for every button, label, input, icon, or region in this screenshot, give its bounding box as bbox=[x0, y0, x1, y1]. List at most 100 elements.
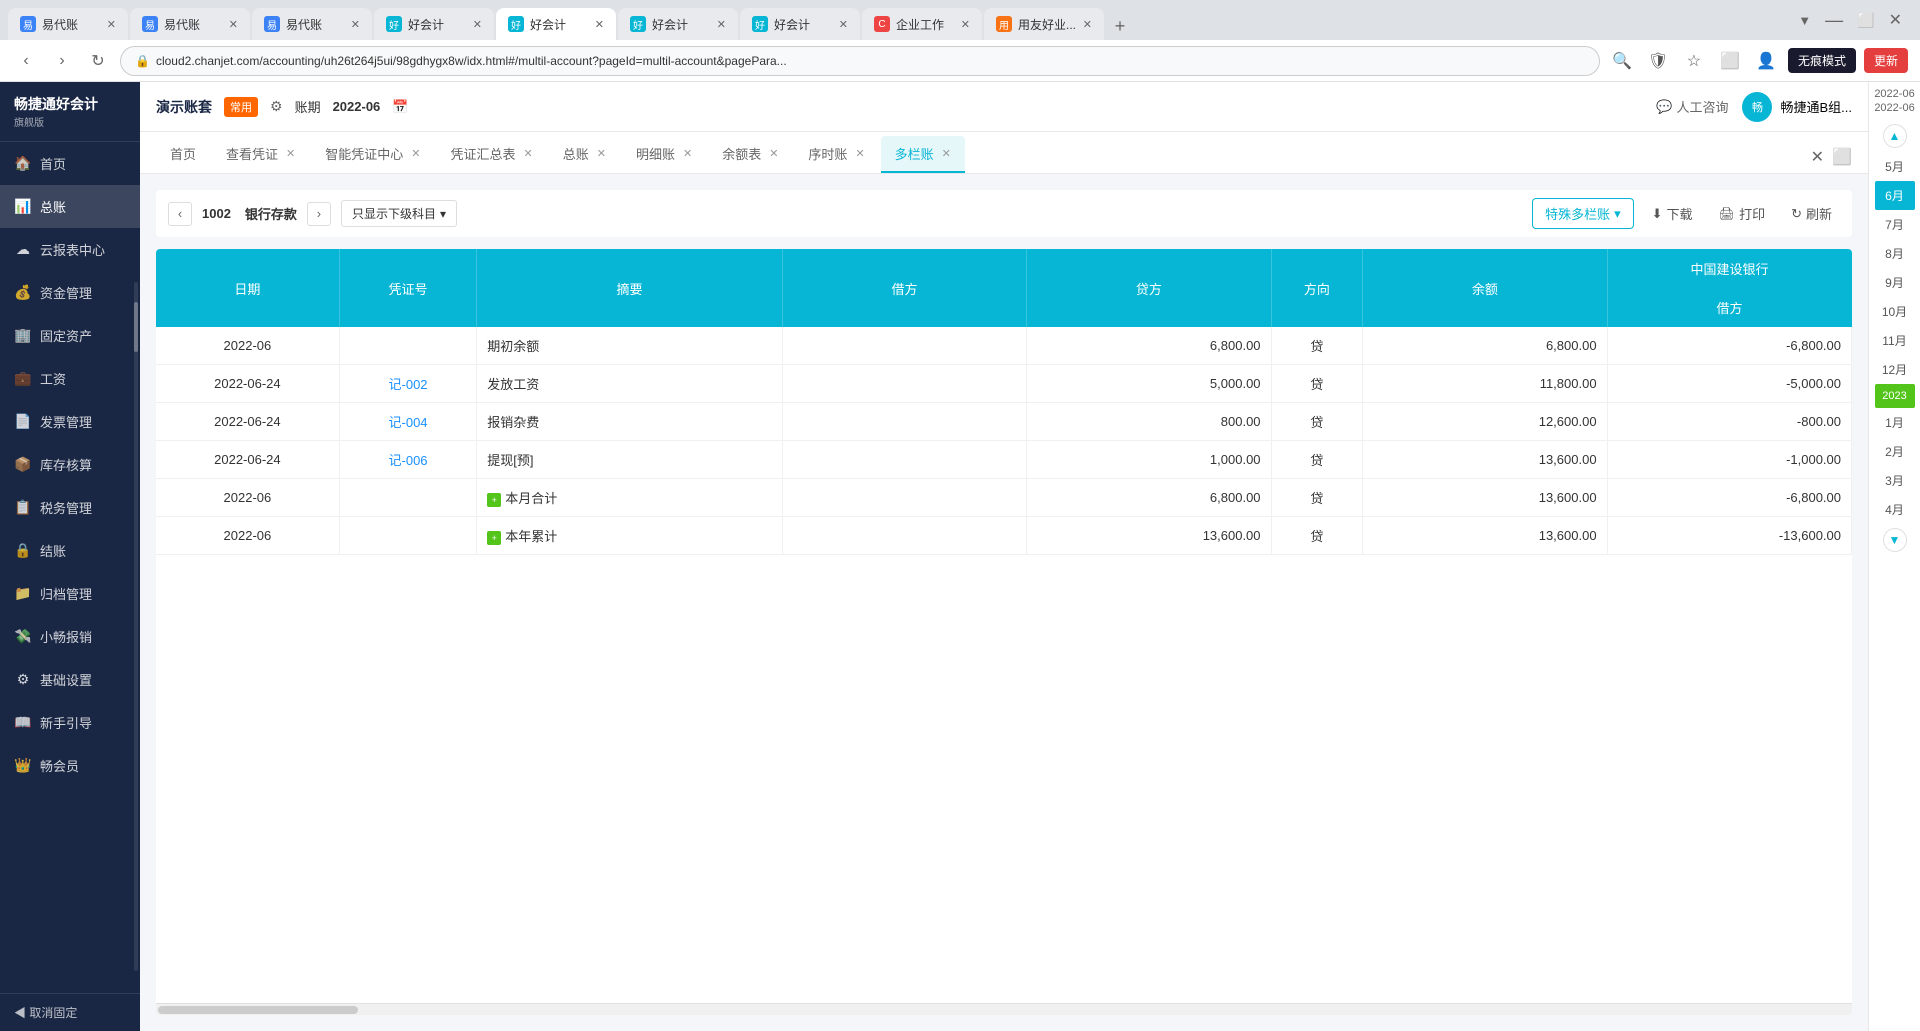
user-circle-icon[interactable]: 👤 bbox=[1752, 47, 1780, 75]
tab-view-voucher[interactable]: 查看凭证 ✕ bbox=[212, 136, 309, 173]
browser-tab-1[interactable]: 易 易代账 ✕ bbox=[130, 8, 250, 40]
month-12[interactable]: 12月 bbox=[1875, 355, 1915, 384]
tab-general-ledger[interactable]: 总账 ✕ bbox=[549, 136, 620, 173]
tab-close-1[interactable]: ✕ bbox=[229, 18, 238, 31]
month-7[interactable]: 7月 bbox=[1875, 210, 1915, 239]
sidebar-collapse-button[interactable]: ◀ 取消固定 bbox=[0, 993, 140, 1031]
sidebar-item-tax[interactable]: 📋 税务管理 bbox=[0, 486, 140, 529]
sidebar-item-assets[interactable]: 🏢 固定资产 bbox=[0, 314, 140, 357]
tab-detail-ledger[interactable]: 明细账 ✕ bbox=[622, 136, 706, 173]
tab-sequence-ledger-close[interactable]: ✕ bbox=[855, 147, 864, 160]
stealth-mode-button[interactable]: 无痕模式 bbox=[1788, 48, 1856, 73]
star-icon[interactable]: ☆ bbox=[1680, 47, 1708, 75]
month-10[interactable]: 10月 bbox=[1875, 297, 1915, 326]
tab-panel-close-icon[interactable]: ✕ bbox=[1811, 147, 1824, 167]
sidebar-item-guide[interactable]: 📖 新手引导 bbox=[0, 701, 140, 744]
tab-voucher-summary[interactable]: 凭证汇总表 ✕ bbox=[436, 136, 546, 173]
month-3[interactable]: 3月 bbox=[1875, 466, 1915, 495]
tab-close-0[interactable]: ✕ bbox=[107, 18, 116, 31]
browser-tab-6[interactable]: 好 好会计 ✕ bbox=[740, 8, 860, 40]
voucher-link[interactable]: 记-004 bbox=[389, 415, 428, 430]
sidebar-item-payroll[interactable]: 💼 工资 bbox=[0, 357, 140, 400]
sidebar-item-home[interactable]: 🏠 首页 bbox=[0, 142, 140, 185]
sidebar-item-archive[interactable]: 📁 归档管理 bbox=[0, 572, 140, 615]
prev-account-button[interactable]: ‹ bbox=[168, 202, 192, 226]
tab-close-8[interactable]: ✕ bbox=[1083, 18, 1092, 31]
sidebar-item-cloud-report[interactable]: ☁ 云报表中心 bbox=[0, 228, 140, 271]
tab-multi-col[interactable]: 多栏账 ✕ bbox=[881, 136, 965, 173]
sidebar-item-ledger[interactable]: 📊 总账 bbox=[0, 185, 140, 228]
horizontal-scrollbar[interactable] bbox=[156, 1003, 1852, 1015]
settings-gear-icon[interactable]: ⚙ bbox=[270, 98, 283, 115]
scroll-up-button[interactable]: ▲ bbox=[1883, 124, 1907, 148]
tab-close-5[interactable]: ✕ bbox=[717, 18, 726, 31]
sidebar-item-expense[interactable]: 💸 小畅报销 bbox=[0, 615, 140, 658]
sidebar-item-invoice[interactable]: 📄 发票管理 bbox=[0, 400, 140, 443]
browser-tab-7[interactable]: C 企业工作 ✕ bbox=[862, 8, 982, 40]
scroll-down-button[interactable]: ▼ bbox=[1883, 528, 1907, 552]
print-button[interactable]: 🖨 打印 bbox=[1711, 199, 1774, 228]
tab-close-7[interactable]: ✕ bbox=[961, 18, 970, 31]
cell-voucher[interactable]: 记-004 bbox=[339, 403, 476, 441]
month-6[interactable]: 6月 bbox=[1875, 181, 1915, 210]
tab-multi-col-close[interactable]: ✕ bbox=[942, 147, 951, 160]
cell-voucher[interactable]: 记-006 bbox=[339, 441, 476, 479]
browser-tab-2[interactable]: 易 易代账 ✕ bbox=[252, 8, 372, 40]
month-11[interactable]: 11月 bbox=[1875, 326, 1915, 355]
extension-icon[interactable]: ⬜ bbox=[1716, 47, 1744, 75]
browser-tab-4[interactable]: 好 好会计 ✕ bbox=[496, 8, 616, 40]
sidebar-item-close-accounts[interactable]: 🔒 结账 bbox=[0, 529, 140, 572]
browser-tab-3[interactable]: 好 好会计 ✕ bbox=[374, 8, 494, 40]
reload-button[interactable]: ↻ bbox=[84, 47, 112, 75]
voucher-link[interactable]: 记-006 bbox=[389, 453, 428, 468]
multi-col-button[interactable]: 特殊多栏账 ▾ bbox=[1532, 198, 1634, 229]
scrollbar-thumb[interactable] bbox=[158, 1006, 358, 1014]
tab-smart-voucher[interactable]: 智能凭证中心 ✕ bbox=[311, 136, 434, 173]
cell-voucher[interactable]: 记-002 bbox=[339, 365, 476, 403]
tab-sequence-ledger[interactable]: 序时账 ✕ bbox=[794, 136, 878, 173]
tab-view-voucher-close[interactable]: ✕ bbox=[286, 147, 295, 160]
month-9[interactable]: 9月 bbox=[1875, 268, 1915, 297]
tab-close-4[interactable]: ✕ bbox=[595, 18, 604, 31]
month-2[interactable]: 2月 bbox=[1875, 437, 1915, 466]
forward-button[interactable]: › bbox=[48, 47, 76, 75]
tab-close-3[interactable]: ✕ bbox=[473, 18, 482, 31]
sidebar-item-membership[interactable]: 👑 畅会员 bbox=[0, 744, 140, 787]
tab-close-2[interactable]: ✕ bbox=[351, 18, 360, 31]
minimize-window[interactable]: — bbox=[1825, 10, 1843, 31]
download-button[interactable]: ⬇ 下载 bbox=[1644, 199, 1701, 228]
tab-detail-ledger-close[interactable]: ✕ bbox=[683, 147, 692, 160]
browser-tab-0[interactable]: 易 易代账 ✕ bbox=[8, 8, 128, 40]
tab-voucher-summary-close[interactable]: ✕ bbox=[524, 147, 533, 160]
tab-home[interactable]: 首页 bbox=[156, 136, 210, 173]
maximize-window[interactable]: ⬜ bbox=[1857, 12, 1874, 29]
next-account-button[interactable]: › bbox=[307, 202, 331, 226]
update-button[interactable]: 更新 bbox=[1864, 48, 1908, 73]
shield-icon[interactable]: 🛡 bbox=[1644, 47, 1672, 75]
month-4[interactable]: 4月 bbox=[1875, 495, 1915, 524]
refresh-button[interactable]: ↻ 刷新 bbox=[1783, 199, 1840, 228]
tab-balance[interactable]: 余额表 ✕ bbox=[708, 136, 792, 173]
address-bar[interactable]: 🔒 cloud2.chanjet.com/accounting/uh26t264… bbox=[120, 46, 1600, 76]
close-window[interactable]: ✕ bbox=[1889, 10, 1902, 30]
browser-tab-5[interactable]: 好 好会计 ✕ bbox=[618, 8, 738, 40]
tab-panel-expand-icon[interactable]: ⬜ bbox=[1832, 147, 1852, 167]
month-5[interactable]: 5月 bbox=[1875, 152, 1915, 181]
sidebar-item-fund[interactable]: 💰 资金管理 bbox=[0, 271, 140, 314]
new-tab-button[interactable]: + bbox=[1106, 12, 1134, 40]
tab-scroll-left[interactable]: ▼ bbox=[1798, 13, 1811, 28]
search-icon[interactable]: 🔍 bbox=[1608, 47, 1636, 75]
tab-general-ledger-close[interactable]: ✕ bbox=[597, 147, 606, 160]
sidebar-item-inventory[interactable]: 📦 库存核算 bbox=[0, 443, 140, 486]
tab-balance-close[interactable]: ✕ bbox=[769, 147, 778, 160]
tab-close-6[interactable]: ✕ bbox=[839, 18, 848, 31]
calendar-icon[interactable]: 📅 bbox=[392, 99, 408, 115]
sidebar-item-settings[interactable]: ⚙ 基础设置 bbox=[0, 658, 140, 701]
month-1[interactable]: 1月 bbox=[1875, 408, 1915, 437]
consultant-button[interactable]: 💬 人工咨询 bbox=[1656, 97, 1728, 116]
table-scroll-area[interactable]: 日期 凭证号 摘要 借方 贷方 方向 余额 中国建设银行 借方 bbox=[156, 249, 1852, 1003]
browser-tab-8[interactable]: 用 用友好业... ✕ bbox=[984, 8, 1104, 40]
month-8[interactable]: 8月 bbox=[1875, 239, 1915, 268]
voucher-link[interactable]: 记-002 bbox=[389, 377, 428, 392]
tab-smart-voucher-close[interactable]: ✕ bbox=[411, 147, 420, 160]
